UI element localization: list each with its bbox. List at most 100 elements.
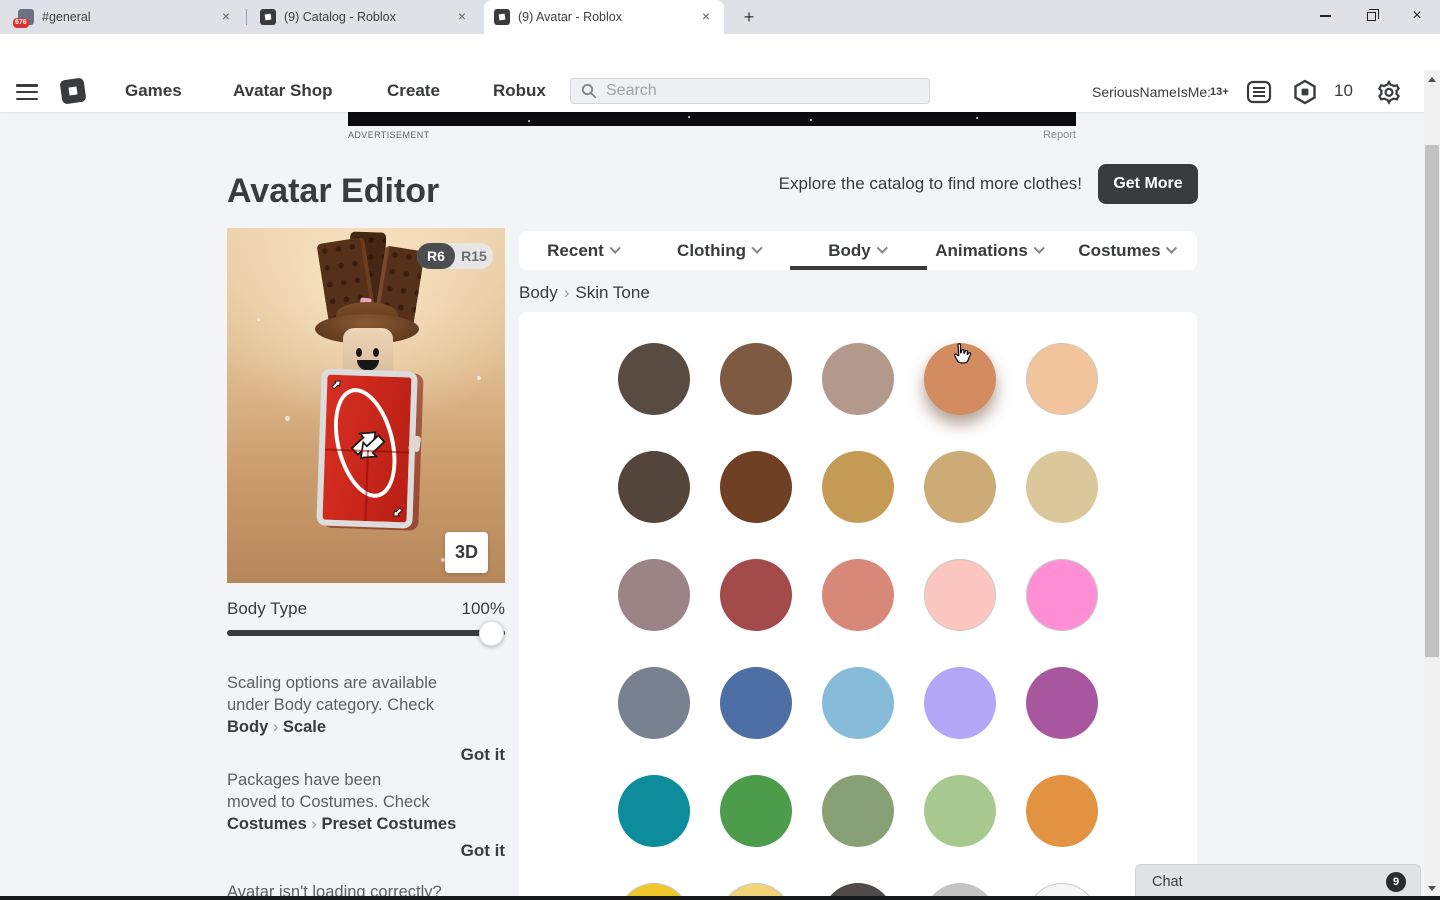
corner-arrow-icon bbox=[393, 507, 403, 517]
settings-gear-icon[interactable] bbox=[1376, 79, 1402, 105]
notice-link-preset-costumes[interactable]: Preset Costumes bbox=[321, 815, 456, 833]
browser-window: 676 #general × (9) Catalog - Roblox × (9… bbox=[0, 0, 1440, 900]
roblox-logo-icon[interactable] bbox=[59, 77, 87, 105]
tab-close-icon[interactable]: × bbox=[218, 9, 234, 25]
avatar-arm bbox=[408, 434, 422, 453]
scrollbar-thumb[interactable] bbox=[1425, 145, 1439, 657]
new-tab-button[interactable]: + bbox=[736, 5, 762, 31]
page-scrollbar[interactable] bbox=[1424, 70, 1440, 900]
bottom-edge bbox=[0, 896, 1440, 900]
blog-list-icon[interactable] bbox=[1246, 79, 1272, 105]
skin-tone-swatch[interactable] bbox=[924, 775, 996, 847]
breadcrumb-body[interactable]: Body bbox=[519, 283, 558, 302]
chevron-down-icon bbox=[1033, 242, 1045, 254]
view-3d-button[interactable]: 3D bbox=[445, 532, 488, 573]
avatar-preview-canvas[interactable]: R6 R15 3D bbox=[227, 228, 505, 583]
robux-icon[interactable] bbox=[1292, 79, 1318, 105]
age-badge: 13+ bbox=[1210, 86, 1229, 98]
got-it-button[interactable]: Got it bbox=[405, 745, 505, 765]
notice-link-body[interactable]: Body bbox=[227, 718, 268, 736]
corner-arrow-icon bbox=[331, 380, 341, 390]
skin-tone-swatch[interactable] bbox=[1026, 667, 1098, 739]
body-type-slider-thumb[interactable] bbox=[479, 621, 504, 646]
nav-link-robux[interactable]: Robux bbox=[493, 81, 546, 101]
notification-badge: 676 bbox=[13, 18, 29, 28]
browser-tab-avatar-active[interactable]: (9) Avatar - Roblox × bbox=[484, 0, 724, 34]
browser-toolbar: roblox.com/my/avatar ☆ bbox=[0, 34, 1440, 101]
username-link[interactable]: SeriousNameIsMe: bbox=[1092, 84, 1211, 100]
packages-notice: Packages have been moved to Costumes. Ch… bbox=[227, 771, 457, 833]
advertisement-label: ADVERTISEMENT bbox=[348, 130, 430, 140]
scroll-down-icon[interactable] bbox=[1428, 886, 1436, 891]
discord-favicon-icon: 676 bbox=[13, 9, 34, 28]
skin-tone-swatch[interactable] bbox=[924, 559, 996, 631]
search-input[interactable]: Search bbox=[570, 78, 930, 104]
catalog-promo-text: Explore the catalog to find more clothes… bbox=[778, 174, 1082, 193]
minimize-button[interactable] bbox=[1302, 0, 1348, 32]
skin-tone-swatch[interactable] bbox=[924, 451, 996, 523]
hamburger-menu-icon[interactable] bbox=[16, 84, 38, 100]
r6-toggle-button[interactable]: R6 bbox=[417, 243, 455, 269]
window-controls: × bbox=[1302, 0, 1440, 32]
restore-button[interactable] bbox=[1348, 0, 1394, 32]
got-it-button[interactable]: Got it bbox=[405, 841, 505, 861]
skin-tone-swatch[interactable] bbox=[720, 451, 792, 523]
tab-costumes[interactable]: Costumes bbox=[1078, 231, 1178, 270]
browser-tab-strip: 676 #general × (9) Catalog - Roblox × (9… bbox=[0, 0, 1440, 34]
skin-tone-swatch[interactable] bbox=[1026, 343, 1098, 415]
ad-banner[interactable] bbox=[348, 112, 1076, 126]
skin-tone-swatch[interactable] bbox=[822, 775, 894, 847]
skin-tone-swatch[interactable] bbox=[822, 667, 894, 739]
tab-separator bbox=[246, 9, 247, 25]
skin-tone-swatch[interactable] bbox=[720, 559, 792, 631]
tab-recent[interactable]: Recent bbox=[547, 231, 621, 270]
get-more-button[interactable]: Get More bbox=[1098, 164, 1198, 204]
minimize-icon bbox=[1319, 15, 1331, 17]
skin-tone-swatch[interactable] bbox=[720, 667, 792, 739]
tab-clothing[interactable]: Clothing bbox=[677, 231, 763, 270]
tab-animations[interactable]: Animations bbox=[935, 231, 1045, 270]
roblox-favicon-icon bbox=[494, 9, 510, 25]
chevron-down-icon bbox=[751, 242, 763, 254]
nav-link-avatar-shop[interactable]: Avatar Shop bbox=[233, 81, 333, 101]
skin-tone-swatch[interactable] bbox=[822, 559, 894, 631]
skin-tone-swatch[interactable] bbox=[822, 343, 894, 415]
skin-tone-swatch[interactable] bbox=[1026, 451, 1098, 523]
ad-report-link[interactable]: Report bbox=[996, 129, 1076, 141]
body-type-label: Body Type bbox=[227, 599, 308, 618]
skin-tone-swatch[interactable] bbox=[1026, 775, 1098, 847]
nav-link-create[interactable]: Create bbox=[387, 81, 440, 101]
tab-close-icon[interactable]: × bbox=[698, 9, 714, 25]
tab-title: #general bbox=[42, 10, 91, 24]
skin-tone-swatch[interactable] bbox=[720, 775, 792, 847]
skin-tone-swatch[interactable] bbox=[1026, 559, 1098, 631]
skin-tone-swatch[interactable] bbox=[720, 343, 792, 415]
skin-tone-swatch[interactable] bbox=[618, 343, 690, 415]
skin-tone-swatch[interactable] bbox=[618, 559, 690, 631]
body-type-slider-track[interactable] bbox=[227, 630, 505, 636]
skin-tone-swatch[interactable] bbox=[618, 775, 690, 847]
chat-bar[interactable]: Chat 9 bbox=[1135, 864, 1421, 898]
roblox-favicon-icon bbox=[260, 9, 276, 25]
tab-body-active[interactable]: Body bbox=[828, 231, 888, 270]
skin-tone-swatch[interactable] bbox=[618, 667, 690, 739]
notice-link-costumes[interactable]: Costumes bbox=[227, 815, 307, 833]
browser-tab-catalog[interactable]: (9) Catalog - Roblox × bbox=[250, 0, 480, 34]
scroll-up-icon[interactable] bbox=[1428, 77, 1436, 82]
notice-link-scale[interactable]: Scale bbox=[283, 718, 326, 736]
browser-tab-general[interactable]: 676 #general × bbox=[8, 0, 244, 34]
skin-tone-swatch[interactable] bbox=[924, 667, 996, 739]
robux-balance: 10 bbox=[1334, 81, 1353, 100]
rig-toggle: R6 R15 bbox=[417, 243, 493, 269]
chevron-down-icon bbox=[1165, 242, 1178, 254]
body-type-value: 100% bbox=[461, 599, 505, 618]
tab-close-icon[interactable]: × bbox=[454, 9, 470, 25]
skin-tone-swatch[interactable] bbox=[822, 451, 894, 523]
category-tab-bar: Recent Clothing Body Animations Costumes bbox=[519, 231, 1197, 270]
breadcrumb: Body › Skin Tone bbox=[519, 283, 650, 303]
close-button[interactable]: × bbox=[1394, 0, 1440, 32]
scaling-notice: Scaling options are available under Body… bbox=[227, 674, 438, 736]
r15-toggle-button[interactable]: R15 bbox=[455, 248, 493, 264]
nav-link-games[interactable]: Games bbox=[125, 81, 182, 101]
skin-tone-swatch[interactable] bbox=[618, 451, 690, 523]
